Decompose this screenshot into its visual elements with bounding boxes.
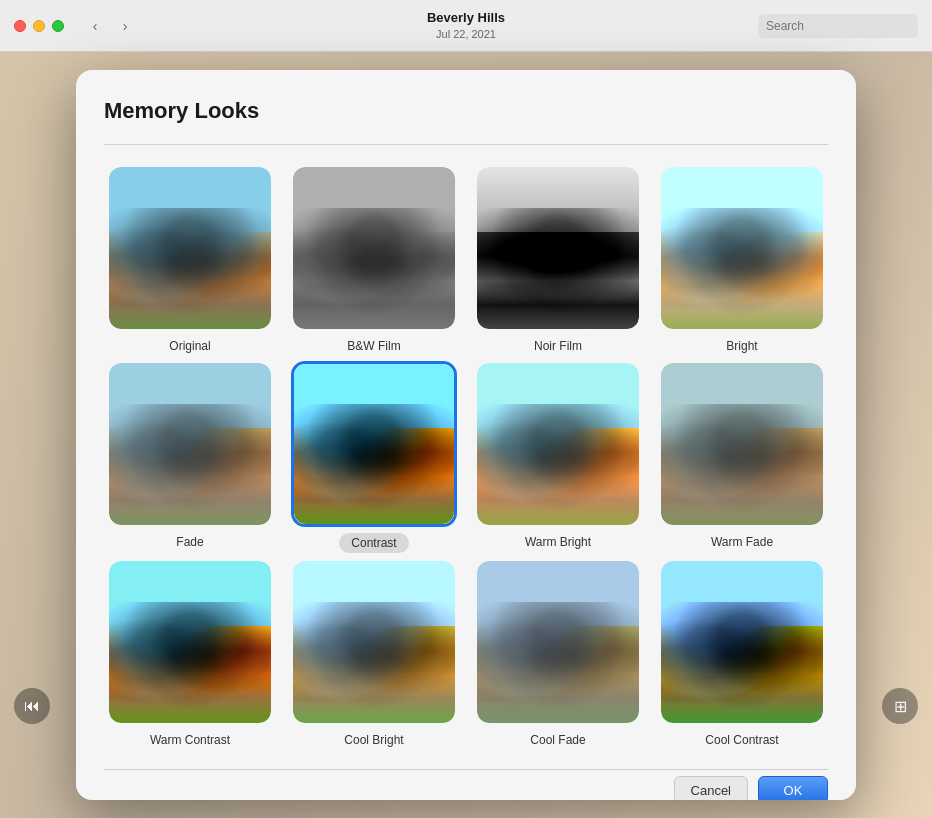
- photo-thumb-contrast: [294, 364, 454, 524]
- photo-thumb-cool-bright: [293, 561, 455, 723]
- look-label-cool-contrast: Cool Contrast: [705, 731, 778, 749]
- look-image-warm-contrast: [107, 559, 273, 725]
- look-image-fade: [107, 361, 273, 527]
- photo-thumb-cool-contrast: [661, 561, 823, 723]
- look-item-cool-fade[interactable]: Cool Fade: [472, 559, 644, 749]
- looks-grid: Original B&W Film Noir Film: [104, 165, 828, 749]
- look-image-warm-fade: [659, 361, 825, 527]
- look-label-warm-fade: Warm Fade: [711, 533, 773, 551]
- look-item-cool-contrast[interactable]: Cool Contrast: [656, 559, 828, 749]
- window-subtitle: Jul 22, 2021: [427, 27, 505, 41]
- look-image-contrast: [291, 361, 457, 527]
- close-button[interactable]: [14, 20, 26, 32]
- photo-thumb-cool-fade: [477, 561, 639, 723]
- look-label-noir-film: Noir Film: [534, 337, 582, 355]
- look-label-bright: Bright: [726, 337, 757, 355]
- look-image-bw-film: [291, 165, 457, 331]
- look-label-cool-bright: Cool Bright: [344, 731, 403, 749]
- title-divider: [104, 144, 828, 145]
- look-label-warm-bright: Warm Bright: [525, 533, 591, 551]
- look-image-warm-bright: [475, 361, 641, 527]
- look-item-bright[interactable]: Bright: [656, 165, 828, 355]
- photo-thumb-bw: [293, 167, 455, 329]
- look-item-fade[interactable]: Fade: [104, 361, 276, 553]
- look-image-cool-bright: [291, 559, 457, 725]
- modal-footer: Cancel OK: [104, 769, 828, 800]
- look-item-warm-fade[interactable]: Warm Fade: [656, 361, 828, 553]
- dialog-title: Memory Looks: [104, 98, 828, 124]
- nav-buttons: ‹ ›: [84, 15, 136, 37]
- back-button[interactable]: ‹: [84, 15, 106, 37]
- look-image-bright: [659, 165, 825, 331]
- look-item-cool-bright[interactable]: Cool Bright: [288, 559, 460, 749]
- look-item-original[interactable]: Original: [104, 165, 276, 355]
- photo-thumb-bright: [661, 167, 823, 329]
- search-input[interactable]: [758, 14, 918, 38]
- look-label-contrast: Contrast: [339, 533, 408, 553]
- look-item-noir-film[interactable]: Noir Film: [472, 165, 644, 355]
- photo-thumb-warm-contrast: [109, 561, 271, 723]
- look-item-warm-contrast[interactable]: Warm Contrast: [104, 559, 276, 749]
- look-label-bw-film: B&W Film: [347, 337, 400, 355]
- toolbar-right: [758, 14, 918, 38]
- traffic-lights: [14, 20, 64, 32]
- cancel-button[interactable]: Cancel: [674, 776, 748, 800]
- modal-overlay: Memory Looks Original B&W Film: [0, 52, 932, 818]
- window-chrome: ‹ › Beverly Hills Jul 22, 2021: [0, 0, 932, 52]
- maximize-button[interactable]: [52, 20, 64, 32]
- photo-thumb-noir: [477, 167, 639, 329]
- photo-thumb-warm-fade: [661, 363, 823, 525]
- look-item-warm-bright[interactable]: Warm Bright: [472, 361, 644, 553]
- window-title-area: Beverly Hills Jul 22, 2021: [427, 10, 505, 41]
- window-title: Beverly Hills: [427, 10, 505, 27]
- look-item-bw-film[interactable]: B&W Film: [288, 165, 460, 355]
- ok-button[interactable]: OK: [758, 776, 828, 800]
- memory-looks-dialog: Memory Looks Original B&W Film: [76, 70, 856, 800]
- look-image-cool-fade: [475, 559, 641, 725]
- look-image-original: [107, 165, 273, 331]
- look-label-original: Original: [169, 337, 210, 355]
- photo-thumb-original: [109, 167, 271, 329]
- photo-thumb-warm-bright: [477, 363, 639, 525]
- look-item-contrast[interactable]: Contrast: [288, 361, 460, 553]
- look-label-warm-contrast: Warm Contrast: [150, 731, 230, 749]
- look-image-noir-film: [475, 165, 641, 331]
- forward-button[interactable]: ›: [114, 15, 136, 37]
- minimize-button[interactable]: [33, 20, 45, 32]
- look-label-cool-fade: Cool Fade: [530, 731, 585, 749]
- photo-thumb-fade: [109, 363, 271, 525]
- look-label-fade: Fade: [176, 533, 203, 551]
- look-image-cool-contrast: [659, 559, 825, 725]
